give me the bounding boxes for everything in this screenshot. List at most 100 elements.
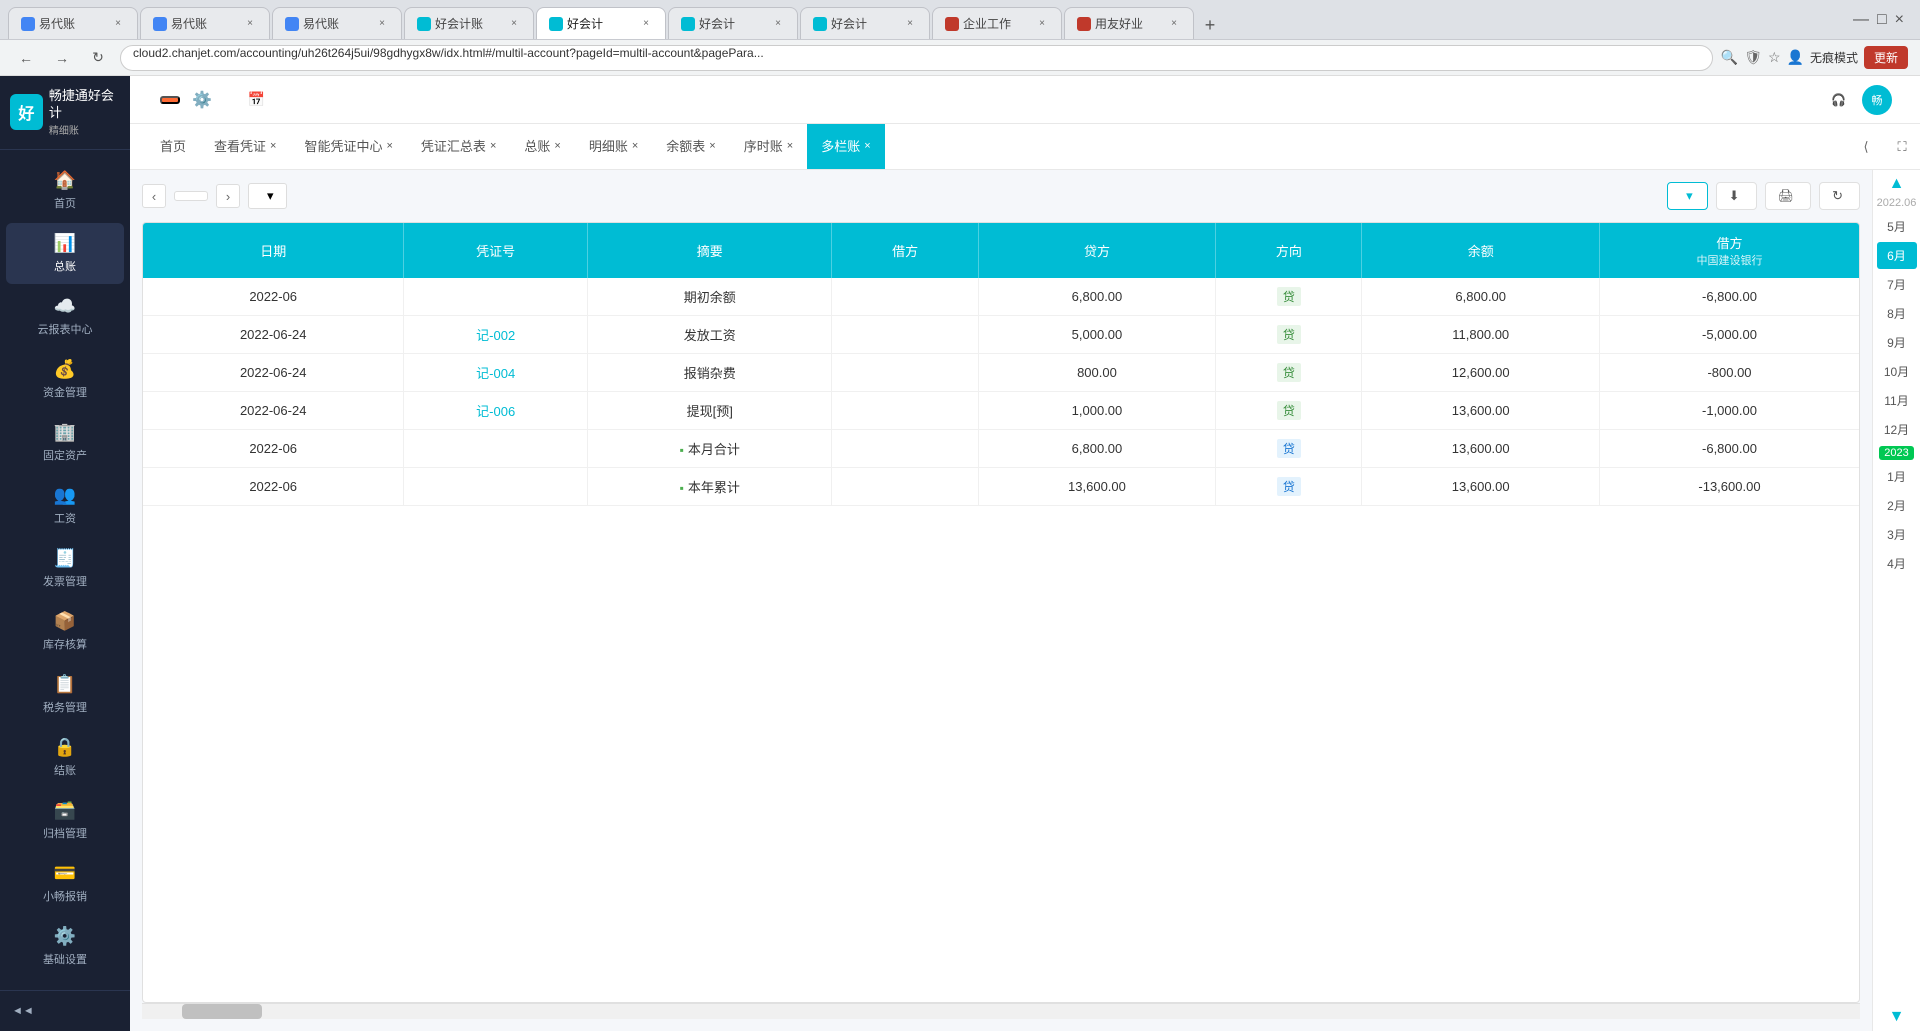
browser-tab-8[interactable]: 企业工作 × [932,7,1062,39]
month-item-9[interactable]: 9月 [1877,329,1917,356]
sidebar-item-home[interactable]: 🏠 首页 [6,160,124,221]
sidebar-item-cloud-report[interactable]: ☁️ 云报表中心 [6,286,124,347]
tab-sv-close[interactable]: × [386,140,392,152]
voucher-link[interactable]: 记-004 [476,366,515,381]
maximize-btn[interactable]: □ [1877,11,1887,29]
tab-8-close[interactable]: × [1035,17,1049,31]
sidebar-item-inventory[interactable]: 📦 库存核算 [6,601,124,662]
tab-dl-close[interactable]: × [632,140,638,152]
sidebar-item-fixed-assets[interactable]: 🏢 固定资产 [6,412,124,473]
month-nav-down-button[interactable]: ▼ [1883,1007,1911,1027]
sidebar-item-settings[interactable]: ⚙️ 基础设置 [6,916,124,977]
tab-9-close[interactable]: × [1167,17,1181,31]
tab-voucher-view[interactable]: 查看凭证 × [200,124,290,169]
month-item-5[interactable]: 5月 [1877,213,1917,240]
tab-smart-voucher[interactable]: 智能凭证中心 × [290,124,406,169]
sidebar-item-closing[interactable]: 🔒 结账 [6,727,124,788]
month-item-8[interactable]: 8月 [1877,300,1917,327]
tab-5-title: 好会计 [567,15,635,32]
sidebar-item-general-ledger[interactable]: 📊 总账 [6,223,124,284]
tab-ml-close[interactable]: × [864,140,870,152]
month-item-2023-3[interactable]: 3月 [1877,521,1917,548]
level-filter[interactable]: ▾ [248,183,287,209]
tab-7-close[interactable]: × [903,17,917,31]
chevron-down-icon: ▾ [267,188,274,204]
demo-badge-button[interactable] [160,96,180,104]
browser-tab-3[interactable]: 易代账 × [272,7,402,39]
browser-tab-1[interactable]: 易代账 × [8,7,138,39]
tab-vs-close[interactable]: × [490,140,496,152]
print-button[interactable]: 🖨 [1765,182,1812,210]
address-bar-row: ← → ↻ cloud2.chanjet.com/accounting/uh26… [0,40,1920,76]
sidebar-item-archive[interactable]: 🗃️ 归档管理 [6,790,124,851]
tab-multi-ledger[interactable]: 多栏账 × [807,124,884,169]
tab-voucher-summary[interactable]: 凭证汇总表 × [407,124,510,169]
month-item-2023-2[interactable]: 2月 [1877,492,1917,519]
sidebar-item-guide[interactable]: 📖 新手引导 [6,979,124,990]
tab-balance-table[interactable]: 余额表 × [652,124,729,169]
special-multi-ledger-button[interactable]: ▾ [1667,182,1708,210]
tab-6-close[interactable]: × [771,17,785,31]
month-item-2023-1[interactable]: 1月 [1877,463,1917,490]
month-item-2023-4[interactable]: 4月 [1877,550,1917,577]
tab-3-close[interactable]: × [375,17,389,31]
tab-5-close[interactable]: × [639,17,653,31]
tab-2-close[interactable]: × [243,17,257,31]
month-item-7[interactable]: 7月 [1877,271,1917,298]
browser-tab-6[interactable]: 好会计 × [668,7,798,39]
refresh-button[interactable]: ↻ [84,44,112,72]
sidebar-item-invoice[interactable]: 🧾 发票管理 [6,538,124,599]
browser-tab-5[interactable]: 好会计 × [536,7,666,39]
tab-vv-label: 查看凭证 [214,136,266,155]
sidebar-item-payroll[interactable]: 👥 工资 [6,475,124,536]
consult-button[interactable]: 🎧 [1831,93,1850,107]
profile-icon[interactable]: 👤 [1787,49,1804,66]
browser-tab-9[interactable]: 用友好业 × [1064,7,1194,39]
forward-button[interactable]: → [48,44,76,72]
tab-bt-close[interactable]: × [709,140,715,152]
refresh-table-button[interactable]: ↻ [1819,182,1860,210]
voucher-link[interactable]: 记-006 [476,404,515,419]
tab-1-close[interactable]: × [111,17,125,31]
settings-gear-icon[interactable]: ⚙️ [192,90,212,110]
tab-expand-button[interactable]: ⛶ [1884,129,1920,165]
sidebar-item-tax[interactable]: 📋 税务管理 [6,664,124,725]
year-2023-badge[interactable]: 2023 [1879,446,1913,460]
close-btn[interactable]: × [1895,11,1904,29]
tab-gl-close[interactable]: × [554,140,560,152]
unpin-button[interactable]: ◄◄ [8,999,122,1023]
calendar-icon[interactable]: 📅 [248,91,265,108]
tab-home[interactable]: 首页 [146,124,200,169]
tab-detail-ledger[interactable]: 明细账 × [575,124,652,169]
tab-sequence-ledger[interactable]: 序时账 × [730,124,807,169]
browser-tab-7[interactable]: 好会计 × [800,7,930,39]
account-prev-button[interactable]: ‹ [142,184,166,208]
browser-tab-4[interactable]: 好会计账 × [404,7,534,39]
sidebar-item-expense[interactable]: 💳 小畅报销 [6,853,124,914]
browser-tab-2[interactable]: 易代账 × [140,7,270,39]
star-icon[interactable]: ☆ [1768,49,1781,66]
minimize-btn[interactable]: — [1853,11,1869,29]
th-summary-label: 摘要 [600,241,820,260]
account-selector[interactable] [174,191,208,201]
month-item-6[interactable]: 6月 [1877,242,1917,269]
month-item-10[interactable]: 10月 [1877,358,1917,385]
horizontal-scrollbar[interactable] [142,1003,1860,1019]
tab-collapse-button[interactable]: ⟨ [1848,129,1884,165]
search-icon[interactable]: 🔍 [1721,49,1738,66]
voucher-link[interactable]: 记-002 [476,328,515,343]
tab-general-ledger[interactable]: 总账 × [510,124,574,169]
download-button[interactable]: ⬇ [1716,182,1757,210]
month-item-12[interactable]: 12月 [1877,416,1917,443]
new-tab-button[interactable]: + [1196,11,1224,39]
month-nav-up-button[interactable]: ▲ [1883,174,1911,194]
sidebar-item-fund[interactable]: 💰 资金管理 [6,349,124,410]
tab-4-close[interactable]: × [507,17,521,31]
update-button[interactable]: 更新 [1864,46,1908,69]
tab-vv-close[interactable]: × [270,140,276,152]
address-input[interactable]: cloud2.chanjet.com/accounting/uh26t264j5… [120,45,1713,71]
back-button[interactable]: ← [12,44,40,72]
month-item-11[interactable]: 11月 [1877,387,1917,414]
account-next-button[interactable]: › [216,184,240,208]
tab-sl-close[interactable]: × [787,140,793,152]
